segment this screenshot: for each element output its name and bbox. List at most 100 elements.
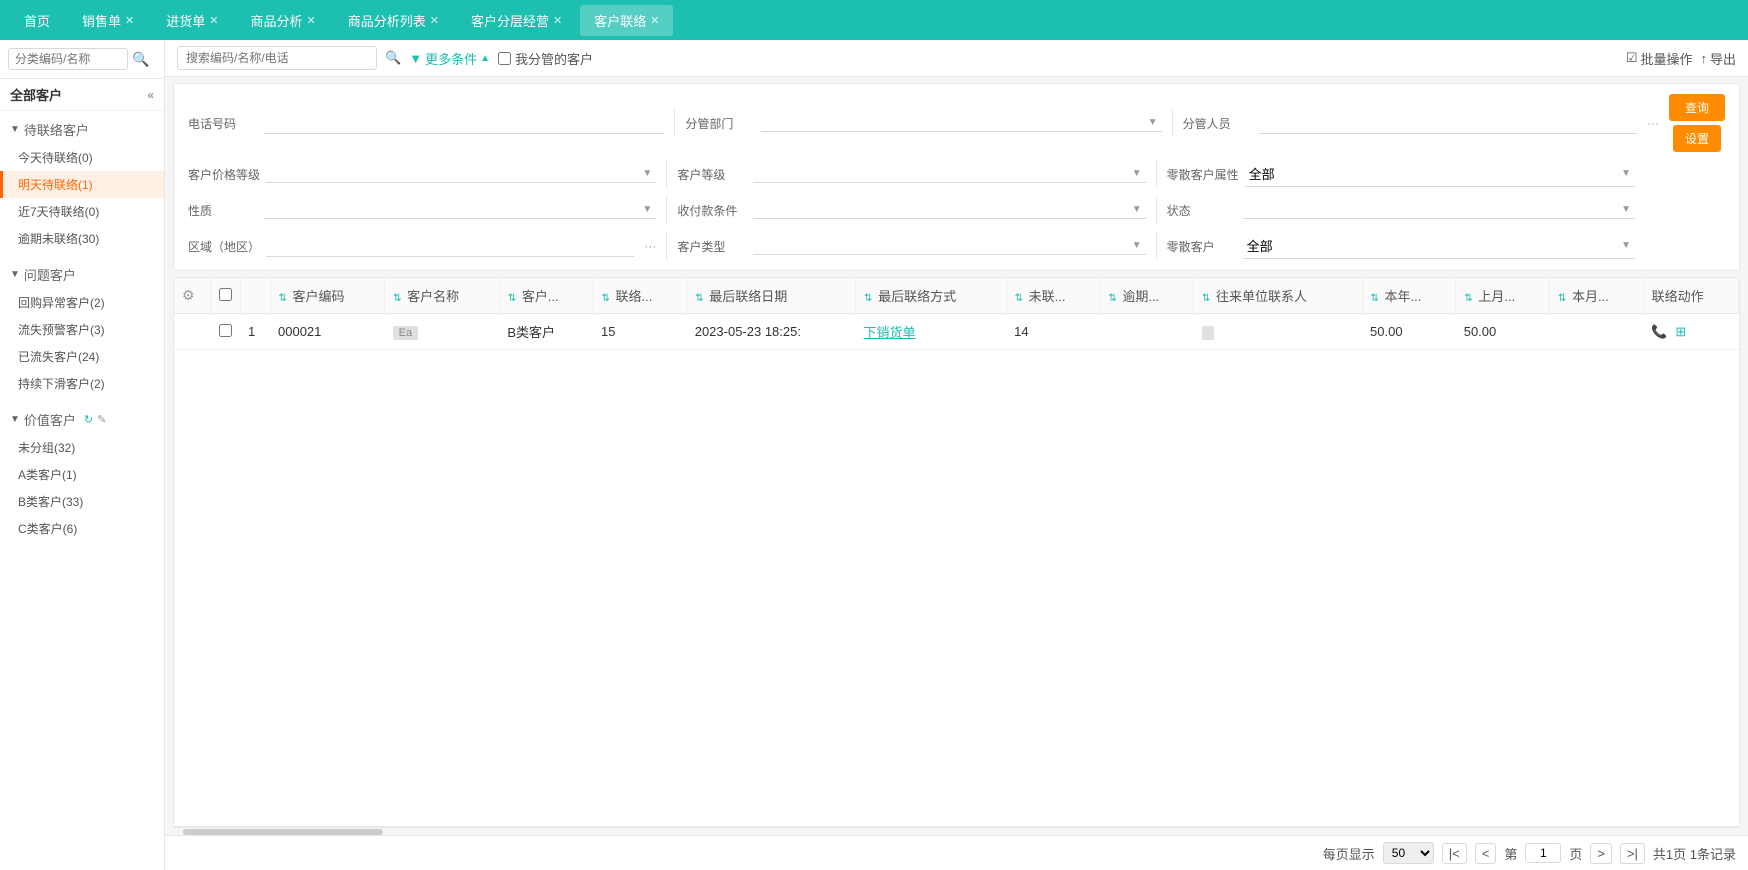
- filter-level-select[interactable]: ▼: [753, 165, 1145, 183]
- sidebar-collapse-icon[interactable]: «: [147, 88, 154, 102]
- contact-method-link[interactable]: 下销货单: [864, 325, 916, 340]
- my-customers-check[interactable]: [498, 52, 511, 65]
- sidebar-item-churn-warning[interactable]: 流失预警客户(3): [0, 316, 164, 343]
- th-last-contact-method[interactable]: ⇅ 最后联络方式: [856, 278, 1007, 314]
- filter-region-input[interactable]: [266, 236, 634, 257]
- nav-close-analysis[interactable]: ✕: [307, 14, 316, 27]
- search-btn-icon[interactable]: 🔍: [385, 50, 401, 66]
- filter-dots-icon[interactable]: ···: [1647, 116, 1659, 130]
- setting-btn[interactable]: 设置: [1673, 125, 1721, 152]
- filter-region-label: 区域（地区）: [188, 238, 260, 255]
- sidebar-item-class-b[interactable]: B类客户(33): [0, 488, 164, 515]
- sidebar-section-title-value[interactable]: ▼ 价值客户 ↻ ✎: [0, 405, 164, 434]
- divider-7: [666, 232, 667, 260]
- last-page-btn[interactable]: >|: [1620, 843, 1645, 864]
- th-overdue[interactable]: ⇅ 逾期...: [1100, 278, 1194, 314]
- sidebar-item-tomorrow[interactable]: 明天待联络(1): [0, 171, 164, 198]
- my-customers-checkbox[interactable]: 我分管的客户: [498, 49, 593, 68]
- sidebar-item-declining[interactable]: 持续下滑客户(2): [0, 370, 164, 397]
- prev-page-btn[interactable]: <: [1475, 843, 1497, 864]
- sidebar-all-customers[interactable]: 全部客户 «: [0, 79, 164, 111]
- th-last-contact-date[interactable]: ⇅ 最后联络日期: [687, 278, 856, 314]
- nav-home[interactable]: 首页: [10, 5, 64, 36]
- horizontal-scrollbar[interactable]: [173, 827, 1740, 835]
- more-conditions-btn[interactable]: ▼ 更多条件 ▲: [409, 49, 490, 68]
- th-this-month[interactable]: ⇅ 本月...: [1549, 278, 1643, 314]
- nav-product-analysis[interactable]: 商品分析 ✕: [236, 5, 329, 36]
- nav-close-purchase[interactable]: ✕: [209, 14, 218, 27]
- filter-payment-select[interactable]: ▼: [753, 201, 1145, 219]
- sidebar-search-input[interactable]: [8, 48, 128, 70]
- th-last-month[interactable]: ⇅ 上月...: [1456, 278, 1550, 314]
- filter-region-dots[interactable]: ···: [644, 239, 656, 253]
- sidebar-item-class-c[interactable]: C类客户(6): [0, 515, 164, 542]
- td-this-month: [1549, 314, 1643, 350]
- filter-price-label: 客户价格等级: [188, 166, 260, 183]
- th-customer-name[interactable]: ⇅ 客户名称: [385, 278, 500, 314]
- nav-customer-layering[interactable]: 客户分层经营 ✕: [457, 5, 576, 36]
- sidebar-search-icon[interactable]: 🔍: [132, 51, 149, 68]
- current-page-input[interactable]: [1525, 843, 1561, 863]
- dropdown-icon-6: ▼: [1132, 204, 1142, 215]
- sidebar-item-today[interactable]: 今天待联络(0): [0, 144, 164, 171]
- page-size-select[interactable]: 50 100 200: [1383, 842, 1434, 864]
- edit-icon[interactable]: ✎: [97, 413, 106, 426]
- sidebar-section-title-pending[interactable]: ▼ 待联络客户: [0, 115, 164, 144]
- search-input[interactable]: [177, 46, 377, 70]
- filter-payment-label: 收付款条件: [677, 202, 747, 219]
- sort-icon-10: ⇅: [1371, 293, 1379, 304]
- sidebar-item-class-a[interactable]: A类客户(1): [0, 461, 164, 488]
- nav-close-contact[interactable]: ✕: [650, 14, 659, 27]
- sort-icon-3: ⇅: [508, 293, 516, 304]
- sidebar-section-title-problem[interactable]: ▼ 问题客户: [0, 260, 164, 289]
- batch-operation-btn[interactable]: ☑ 批量操作: [1626, 49, 1693, 68]
- nav-customer-contact[interactable]: 客户联络 ✕: [580, 5, 673, 36]
- filter-price-level: 客户价格等级 ▼: [188, 165, 656, 183]
- filter-manager: 分管人员 ···: [1183, 113, 1659, 134]
- nav-sales-order[interactable]: 销售单 ✕: [68, 5, 148, 36]
- sidebar-item-ungrouped[interactable]: 未分组(32): [0, 434, 164, 461]
- next-page-btn[interactable]: >: [1590, 843, 1612, 864]
- dropdown-icon-3: ▼: [1132, 168, 1142, 179]
- th-settings: ⚙: [174, 278, 210, 314]
- filter-dept-select[interactable]: ▼: [761, 114, 1161, 132]
- td-row-actions: 📞 ⊞: [1643, 314, 1738, 350]
- dropdown-icon-9: ▼: [1621, 240, 1631, 251]
- th-uncontact[interactable]: ⇅ 未联...: [1006, 278, 1100, 314]
- th-customer-type[interactable]: ⇅ 客户...: [499, 278, 593, 314]
- filter-status-select[interactable]: ▼: [1243, 201, 1635, 219]
- th-customer-code[interactable]: ⇅ 客户编码: [270, 278, 385, 314]
- export-btn[interactable]: ↑ 导出: [1700, 49, 1736, 68]
- nav-close-analysis-list[interactable]: ✕: [430, 14, 439, 27]
- sort-icon-12: ⇅: [1558, 293, 1566, 304]
- phone-icon[interactable]: 📞: [1651, 324, 1667, 340]
- filter-phone-input[interactable]: [264, 113, 664, 134]
- sidebar-item-7days[interactable]: 近7天待联络(0): [0, 198, 164, 225]
- sidebar-item-overdue[interactable]: 逾期未联络(30): [0, 225, 164, 252]
- filter-retail-select[interactable]: 全部 ▼: [1245, 161, 1635, 187]
- nav-product-analysis-list[interactable]: 商品分析列表 ✕: [334, 5, 453, 36]
- sidebar-item-churned[interactable]: 已流失客户(24): [0, 343, 164, 370]
- table-row: 1 000021 Ea B类客户 15 2023-05-23 18:25: 下销…: [174, 314, 1739, 350]
- refresh-icon[interactable]: ↻: [84, 413, 93, 426]
- first-page-btn[interactable]: |<: [1442, 843, 1467, 864]
- grid-icon[interactable]: ⊞: [1675, 324, 1686, 340]
- th-unit-contact[interactable]: ⇅ 往来单位联系人: [1194, 278, 1363, 314]
- query-btn[interactable]: 查询: [1669, 94, 1725, 121]
- nav-close-sales[interactable]: ✕: [125, 14, 134, 27]
- th-this-year[interactable]: ⇅ 本年...: [1362, 278, 1456, 314]
- settings-icon[interactable]: ⚙: [182, 287, 195, 303]
- filter-type-select[interactable]: ▼: [753, 237, 1145, 255]
- sort-icon: ⇅: [279, 293, 287, 304]
- filter-manager-input[interactable]: [1259, 113, 1637, 134]
- filter-price-select[interactable]: ▼: [266, 165, 656, 183]
- th-contact-count[interactable]: ⇅ 联络...: [593, 278, 687, 314]
- sidebar-item-repurchase[interactable]: 回购异常客户(2): [0, 289, 164, 316]
- td-last-method: 下销货单: [856, 314, 1007, 350]
- nav-purchase-order[interactable]: 进货单 ✕: [152, 5, 232, 36]
- nav-close-layering[interactable]: ✕: [553, 14, 562, 27]
- select-all-checkbox[interactable]: [219, 288, 232, 301]
- row-checkbox[interactable]: [219, 324, 232, 337]
- filter-nature-select[interactable]: ▼: [264, 201, 656, 219]
- filter-retail-cust-select[interactable]: 全部 ▼: [1243, 233, 1635, 259]
